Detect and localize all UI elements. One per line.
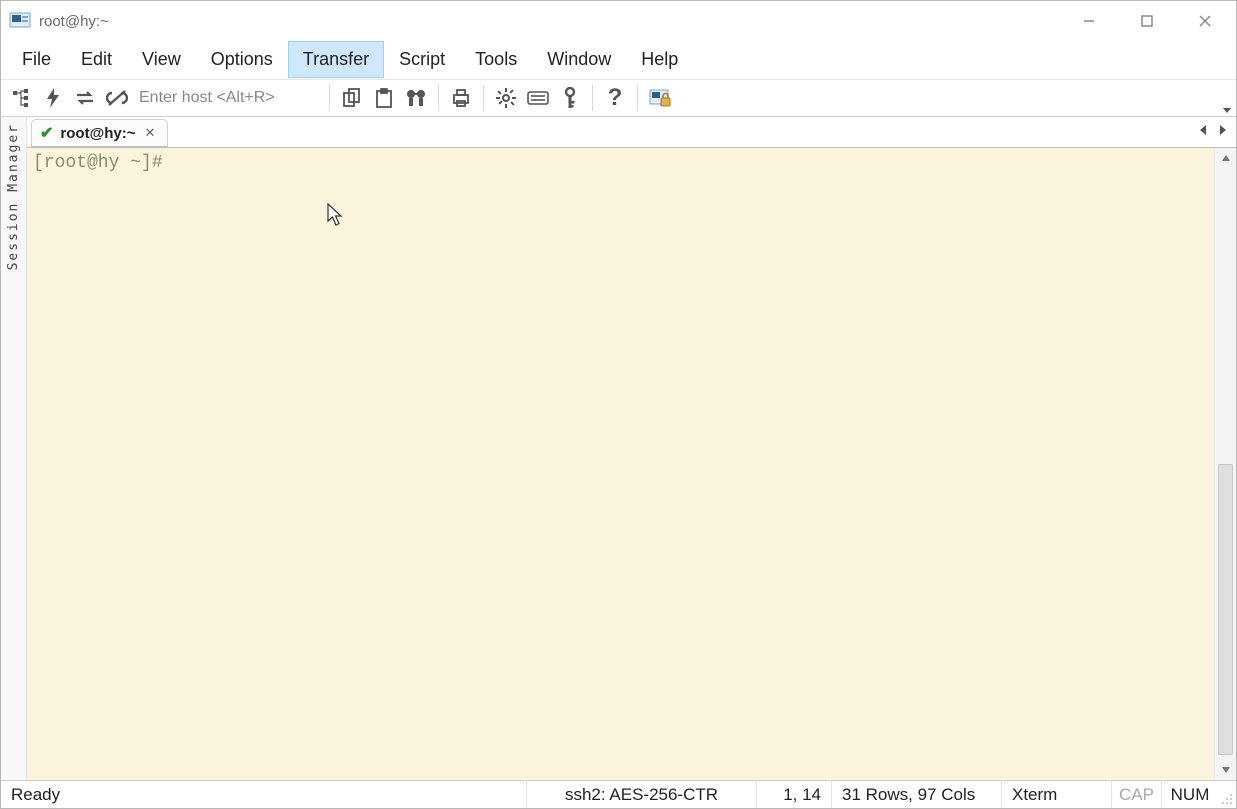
- lock-session-icon[interactable]: [645, 83, 675, 113]
- toolbar-overflow-icon[interactable]: [1222, 104, 1232, 114]
- menu-options[interactable]: Options: [196, 41, 288, 78]
- menu-tools[interactable]: Tools: [460, 41, 532, 78]
- menu-transfer[interactable]: Transfer: [288, 41, 384, 78]
- tab-next-icon[interactable]: [1216, 121, 1230, 139]
- mouse-cursor-icon: [327, 203, 345, 234]
- statusbar: Ready ssh2: AES-256-CTR 1, 14 31 Rows, 9…: [1, 780, 1236, 808]
- scroll-down-icon[interactable]: [1215, 760, 1236, 780]
- status-encryption: ssh2: AES-256-CTR: [527, 781, 757, 808]
- terminal-prompt: [root@hy ~]#: [33, 153, 163, 173]
- session-manager-label: Session Manager: [6, 123, 21, 270]
- app-icon: [9, 11, 31, 31]
- menu-help[interactable]: Help: [626, 41, 693, 78]
- tab-nav: [1196, 121, 1230, 139]
- menu-view[interactable]: View: [127, 41, 196, 78]
- menu-file[interactable]: File: [7, 41, 66, 78]
- copy-icon[interactable]: [337, 83, 367, 113]
- close-button[interactable]: [1176, 1, 1234, 41]
- status-cursor: 1, 14: [757, 781, 832, 808]
- quick-connect-icon[interactable]: [38, 83, 68, 113]
- tab-close-icon[interactable]: ✕: [142, 125, 157, 141]
- toolbar-separator: [637, 85, 638, 111]
- keyboard-icon[interactable]: [523, 83, 553, 113]
- reconnect-icon[interactable]: [70, 83, 100, 113]
- toolbar-separator: [329, 85, 330, 111]
- tab-label: root@hy:~: [60, 125, 135, 142]
- status-size: 31 Rows, 97 Cols: [832, 781, 1002, 808]
- connected-check-icon: ✔: [40, 123, 53, 143]
- minimize-button[interactable]: [1060, 1, 1118, 41]
- key-icon[interactable]: [555, 83, 585, 113]
- scrollbar-thumb[interactable]: [1218, 464, 1233, 755]
- menubar: File Edit View Options Transfer Script T…: [1, 41, 1236, 79]
- paste-icon[interactable]: [369, 83, 399, 113]
- tab-prev-icon[interactable]: [1196, 121, 1210, 139]
- status-num: NUM: [1162, 781, 1218, 808]
- toolbar: ?: [1, 79, 1236, 117]
- toolbar-separator: [483, 85, 484, 111]
- terminal-wrap: [root@hy ~]#: [27, 147, 1236, 780]
- scroll-up-icon[interactable]: [1215, 148, 1236, 168]
- tabstrip: ✔ root@hy:~ ✕: [27, 117, 1236, 147]
- vertical-scrollbar[interactable]: [1214, 148, 1236, 780]
- menu-edit[interactable]: Edit: [66, 41, 127, 78]
- body: Session Manager ✔ root@hy:~ ✕ [root@hy ~…: [1, 117, 1236, 780]
- titlebar-title: root@hy:~: [39, 13, 109, 30]
- print-icon[interactable]: [446, 83, 476, 113]
- host-input[interactable]: [133, 87, 323, 109]
- status-ready: Ready: [1, 781, 527, 808]
- options-icon[interactable]: [491, 83, 521, 113]
- help-icon[interactable]: ?: [600, 83, 630, 113]
- status-termtype: Xterm: [1002, 781, 1112, 808]
- resize-grip-icon[interactable]: [1218, 781, 1236, 808]
- titlebar: root@hy:~: [1, 1, 1236, 41]
- menu-window[interactable]: Window: [532, 41, 626, 78]
- main-column: ✔ root@hy:~ ✕ [root@hy ~]#: [27, 117, 1236, 780]
- toolbar-separator: [592, 85, 593, 111]
- menu-script[interactable]: Script: [384, 41, 460, 78]
- disconnect-icon[interactable]: [102, 83, 132, 113]
- find-icon[interactable]: [401, 83, 431, 113]
- status-cap: CAP: [1112, 781, 1162, 808]
- app-window: root@hy:~ File Edit View Options Transfe…: [0, 0, 1237, 809]
- session-manager-sidebar[interactable]: Session Manager: [1, 117, 27, 780]
- session-tab[interactable]: ✔ root@hy:~ ✕: [31, 119, 168, 147]
- maximize-button[interactable]: [1118, 1, 1176, 41]
- terminal[interactable]: [root@hy ~]#: [27, 148, 1214, 780]
- session-tree-icon[interactable]: [6, 83, 36, 113]
- toolbar-separator: [438, 85, 439, 111]
